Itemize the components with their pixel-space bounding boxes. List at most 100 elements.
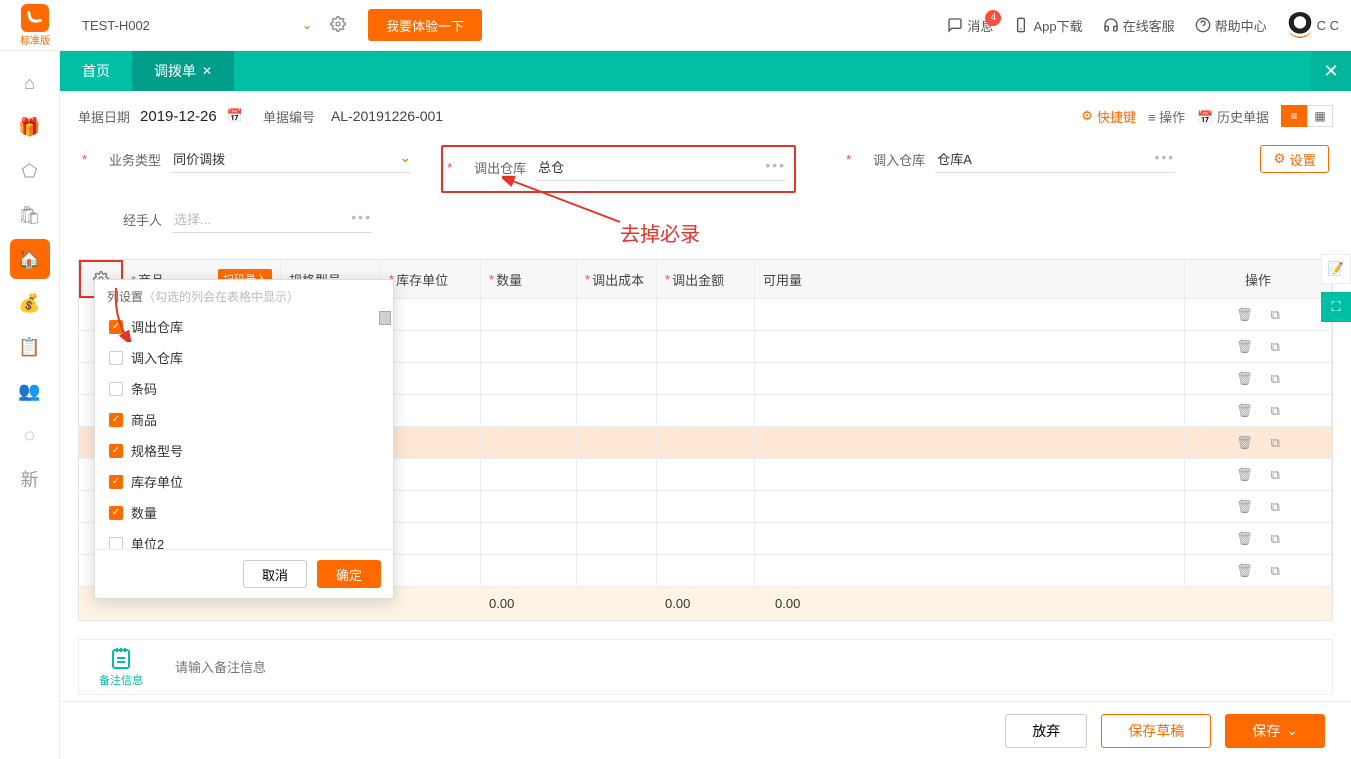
more-icon[interactable]: ••• <box>765 157 786 173</box>
rail-gift-icon[interactable]: 🎁 <box>10 107 50 147</box>
tabrow-close-icon[interactable]: ✕ <box>1311 51 1351 91</box>
checkbox-icon[interactable] <box>109 537 123 550</box>
copy-icon[interactable]: ⧉ <box>1271 563 1280 579</box>
messages-link[interactable]: 消息 4 <box>947 16 993 35</box>
rail-contacts-icon[interactable]: 👥 <box>10 371 50 411</box>
delete-icon[interactable]: 🗑 <box>1236 531 1253 547</box>
help-link[interactable]: 帮助中心 <box>1195 16 1267 35</box>
handler-input[interactable]: 选择... ••• <box>172 205 372 233</box>
rail-tag-icon[interactable]: ⬠ <box>10 151 50 191</box>
copy-icon[interactable]: ⧉ <box>1271 435 1280 451</box>
view-grid-icon[interactable]: ▦ <box>1307 105 1333 127</box>
colpop-item[interactable]: 单位2 <box>95 528 393 549</box>
user-menu[interactable]: C C <box>1287 12 1339 38</box>
colpop-item[interactable]: ✓商品 <box>95 404 393 435</box>
shortcut-link[interactable]: ⚙快捷键 <box>1081 107 1136 126</box>
tenant-select[interactable]: TEST-H002 ⌄ <box>72 9 322 41</box>
support-link[interactable]: 在线客服 <box>1103 16 1175 35</box>
checkbox-icon[interactable]: ✓ <box>109 506 123 520</box>
checkbox-icon[interactable]: ✓ <box>109 320 123 334</box>
close-icon[interactable]: ✕ <box>202 64 212 78</box>
field-out-warehouse: * 调出仓库 总仓 ••• <box>441 145 796 193</box>
checkbox-icon[interactable]: ✓ <box>109 413 123 427</box>
th-avail: 可用量 <box>755 260 1185 298</box>
delete-icon[interactable]: 🗑 <box>1236 563 1253 579</box>
operate-link[interactable]: ≡ 操作 <box>1148 107 1185 126</box>
right-float: 📝 ⛶ <box>1321 254 1351 322</box>
calendar-icon[interactable]: 📅 <box>227 108 243 124</box>
chevron-down-icon[interactable]: ⌄ <box>399 149 411 166</box>
form-row-1: * 业务类型 同价调拨 ⌄ * 调出仓库 总仓 ••• * 调入仓库 仓库A •… <box>78 145 1333 193</box>
date-label: 单据日期 <box>78 107 130 126</box>
total-qty: 0.00 <box>481 587 577 620</box>
scrollbar-up-icon[interactable] <box>379 311 391 325</box>
save-button[interactable]: 保存⌄ <box>1225 714 1325 748</box>
copy-icon[interactable]: ⧉ <box>1271 499 1280 515</box>
copy-icon[interactable]: ⧉ <box>1271 307 1280 323</box>
inwh-input[interactable]: 仓库A ••• <box>935 145 1175 173</box>
list-icon: ≡ <box>1148 110 1159 125</box>
tab-home[interactable]: 首页 <box>60 51 132 91</box>
colpop-item[interactable]: 调入仓库 <box>95 342 393 373</box>
biztype-input[interactable]: 同价调拨 ⌄ <box>171 145 411 173</box>
copy-icon[interactable]: ⧉ <box>1271 531 1280 547</box>
settings-button[interactable]: ⚙设置 <box>1260 145 1329 173</box>
colpop-list[interactable]: ✓调出仓库调入仓库条码✓商品✓规格型号✓库存单位✓数量单位2 <box>95 309 393 549</box>
delete-icon[interactable]: 🗑 <box>1236 499 1253 515</box>
save-draft-button[interactable]: 保存草稿 <box>1101 714 1211 748</box>
delete-icon[interactable]: 🗑 <box>1236 371 1253 387</box>
rail-refresh-icon[interactable]: ◌ <box>10 415 50 455</box>
date-value[interactable]: 2019-12-26 <box>140 108 217 125</box>
delete-icon[interactable]: 🗑 <box>1236 435 1253 451</box>
chevron-down-icon: ⌄ <box>302 18 312 32</box>
remark-input[interactable] <box>163 640 1332 694</box>
app-download-link[interactable]: App下载 <box>1013 16 1082 35</box>
history-link[interactable]: 📅 历史单据 <box>1197 107 1269 126</box>
checkbox-icon[interactable] <box>109 351 123 365</box>
colpop-item-label: 规格型号 <box>131 441 183 460</box>
checkbox-icon[interactable] <box>109 382 123 396</box>
delete-icon[interactable]: 🗑 <box>1236 339 1253 355</box>
row-ops: 🗑⧉ <box>1185 459 1332 490</box>
colpop-item[interactable]: 条码 <box>95 373 393 404</box>
checkbox-icon[interactable]: ✓ <box>109 475 123 489</box>
colpop-item[interactable]: ✓调出仓库 <box>95 311 393 342</box>
view-list-icon[interactable]: ≡ <box>1281 105 1307 127</box>
abandon-button[interactable]: 放弃 <box>1005 714 1087 748</box>
rail-warehouse-icon[interactable]: 🏠 <box>10 239 50 279</box>
colpop-item-label: 单位2 <box>131 534 164 549</box>
copy-icon[interactable]: ⧉ <box>1271 403 1280 419</box>
tab-transfer-order[interactable]: 调拨单 ✕ <box>132 51 234 91</box>
colpop-footer: 取消 确定 <box>95 549 393 598</box>
copy-icon[interactable]: ⧉ <box>1271 467 1280 483</box>
rail-clipboard-icon[interactable]: 📋 <box>10 327 50 367</box>
rail-new-icon[interactable]: 新 <box>10 459 50 499</box>
rail-bag-icon[interactable]: 🛍 <box>10 195 50 235</box>
colpop-item[interactable]: ✓库存单位 <box>95 466 393 497</box>
rail-money-icon[interactable]: 💰 <box>10 283 50 323</box>
delete-icon[interactable]: 🗑 <box>1236 403 1253 419</box>
outwh-input[interactable]: 总仓 ••• <box>536 153 786 181</box>
trial-button[interactable]: 我要体验一下 <box>368 9 482 41</box>
ok-button[interactable]: 确定 <box>317 560 381 588</box>
rail-home-icon[interactable]: ⌂ <box>10 63 50 103</box>
gear-icon[interactable] <box>330 16 346 35</box>
copy-icon[interactable]: ⧉ <box>1271 339 1280 355</box>
note-icon[interactable]: 📝 <box>1321 254 1351 284</box>
colpop-item[interactable]: ✓ 规格型号 <box>95 435 393 466</box>
delete-icon[interactable]: 🗑 <box>1236 307 1253 323</box>
gear-icon: ⚙ <box>1273 151 1285 167</box>
field-in-warehouse: * 调入仓库 仓库A ••• <box>846 145 1175 173</box>
cancel-button[interactable]: 取消 <box>243 560 307 588</box>
form-row-2: 经手人 选择... ••• <box>78 205 1333 233</box>
inwh-label: 调入仓库 <box>863 150 925 169</box>
more-icon[interactable]: ••• <box>351 209 372 225</box>
expand-icon[interactable]: ⛶ <box>1321 292 1351 322</box>
copy-icon[interactable]: ⧉ <box>1271 371 1280 387</box>
docno-value: AL-20191226-001 <box>331 108 443 124</box>
more-icon[interactable]: ••• <box>1154 149 1175 165</box>
colpop-item[interactable]: ✓数量 <box>95 497 393 528</box>
checkbox-icon[interactable]: ✓ <box>109 444 123 458</box>
handler-label: 经手人 <box>100 210 162 229</box>
delete-icon[interactable]: 🗑 <box>1236 467 1253 483</box>
